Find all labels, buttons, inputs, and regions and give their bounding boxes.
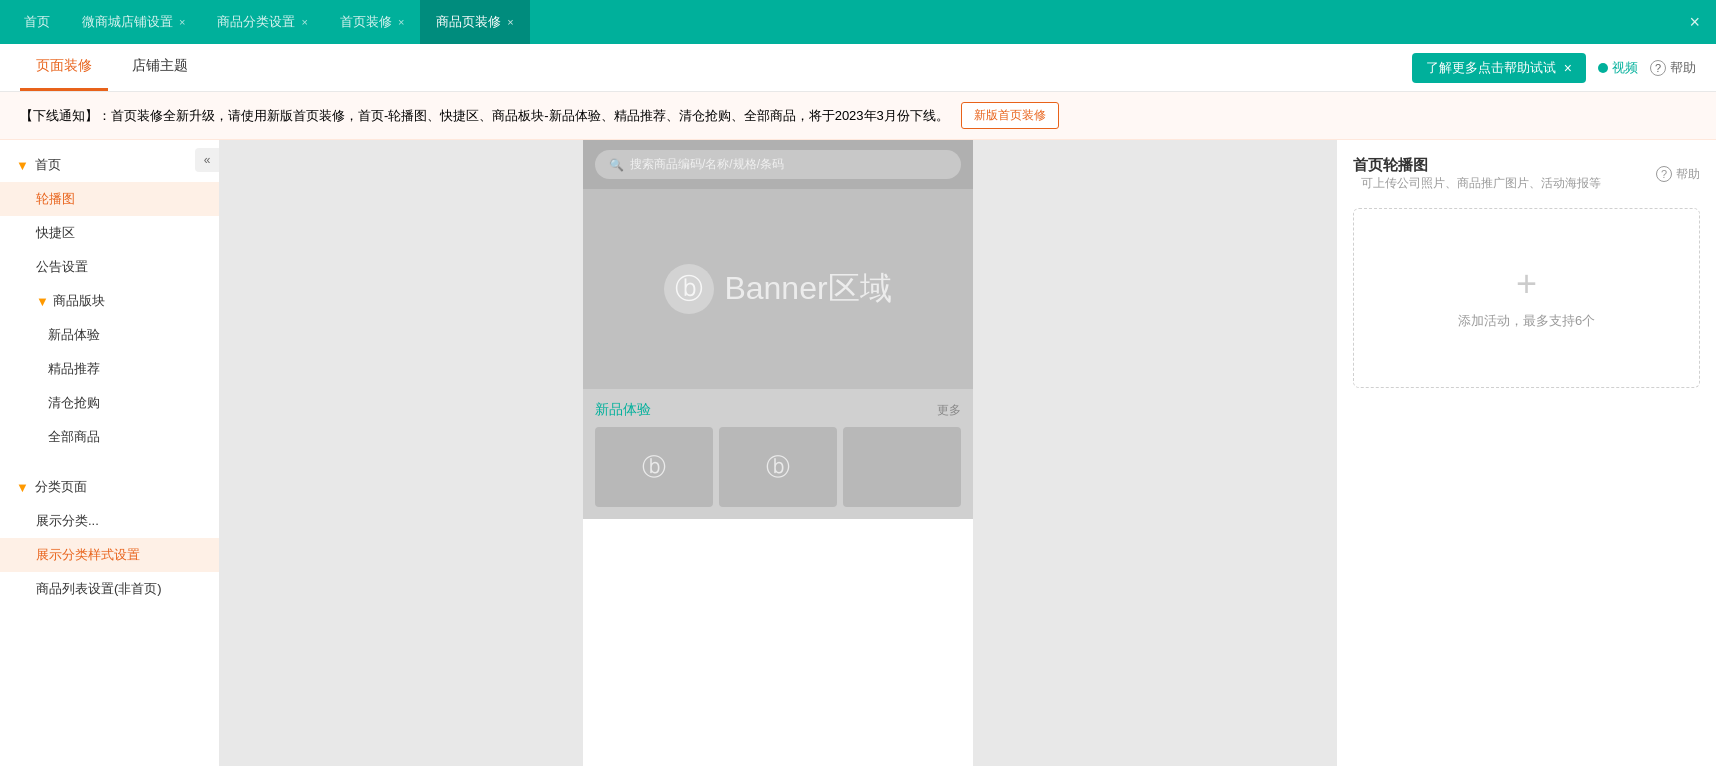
sidebar-item-display-category-label: 展示分类... (36, 513, 99, 528)
video-dot-icon (1598, 63, 1608, 73)
right-panel: 首页轮播图 可上传公司照片、商品推广图片、活动海报等 ? 帮助 + 添加活动，最… (1336, 140, 1716, 766)
preview-section-title: 新品体验 (595, 401, 651, 419)
sidebar-item-clearance-label: 清仓抢购 (48, 395, 100, 410)
tab-category-settings[interactable]: 商品分类设置 × (201, 0, 323, 44)
tab-store-settings[interactable]: 微商城店铺设置 × (66, 0, 201, 44)
right-panel-title-group: 首页轮播图 可上传公司照片、商品推广图片、活动海报等 (1353, 156, 1601, 192)
video-label: 视频 (1612, 59, 1638, 77)
preview-product-2: ⓑ (719, 427, 837, 507)
tab-home-decoration[interactable]: 首页装修 × (324, 0, 420, 44)
preview-search-bar: 🔍 搜索商品编码/名称/规格/条码 (583, 140, 973, 189)
sidebar: « ▼ 首页 轮播图 快捷区 公告设置 ▼ 商品版块 新品体验 (0, 140, 220, 766)
preview-products-grid: ⓑ ⓑ (595, 427, 961, 507)
banner-text: Banner区域 (724, 267, 891, 311)
right-panel-title-text: 首页轮播图 (1353, 156, 1428, 175)
add-banner-text: 添加活动，最多支持6个 (1458, 312, 1595, 330)
help-banner-close[interactable]: × (1564, 60, 1572, 76)
sidebar-item-announcement[interactable]: 公告设置 (0, 250, 219, 284)
main-layout: « ▼ 首页 轮播图 快捷区 公告设置 ▼ 商品版块 新品体验 (0, 140, 1716, 766)
preview-product-3 (843, 427, 961, 507)
right-panel-header: 首页轮播图 可上传公司照片、商品推广图片、活动海报等 ? 帮助 (1353, 156, 1700, 192)
add-plus-icon: + (1516, 266, 1537, 302)
sidebar-group-home-arrow: ▼ (16, 158, 29, 173)
tab-page-decoration[interactable]: 页面装修 (20, 44, 108, 91)
preview-products-section: 新品体验 更多 ⓑ ⓑ (583, 389, 973, 519)
help-banner-text: 了解更多点击帮助试试 (1426, 59, 1556, 77)
tab-page-decoration-label: 页面装修 (36, 57, 92, 75)
sidebar-item-quickaccess[interactable]: 快捷区 (0, 216, 219, 250)
top-nav-close-button[interactable]: × (1681, 12, 1708, 33)
tab-product-decoration-label: 商品页装修 (436, 13, 501, 31)
sidebar-collapse-button[interactable]: « (195, 148, 219, 172)
center-preview: 🔍 搜索商品编码/名称/规格/条码 ⓑ Banner区域 新品体验 更多 ⓑ (220, 140, 1336, 766)
sidebar-item-product-list-settings-label: 商品列表设置(非首页) (36, 581, 162, 596)
preview-section-header: 新品体验 更多 (595, 401, 961, 419)
preview-search-input: 🔍 搜索商品编码/名称/规格/条码 (595, 150, 961, 179)
tab-store-theme-label: 店铺主题 (132, 57, 188, 75)
help-label: 帮助 (1670, 59, 1696, 77)
right-panel-title: 首页轮播图 (1353, 156, 1601, 175)
sidebar-item-all-products-label: 全部商品 (48, 429, 100, 444)
preview-section-more: 更多 (937, 402, 961, 419)
tab-product-decoration-close[interactable]: × (507, 16, 513, 28)
tab-home-decoration-label: 首页装修 (340, 13, 392, 31)
notice-text: 【下线通知】：首页装修全新升级，请使用新版首页装修，首页-轮播图、快捷区、商品板… (20, 107, 949, 125)
tab-store-settings-close[interactable]: × (179, 16, 185, 28)
help-link[interactable]: ? 帮助 (1650, 59, 1696, 77)
sub-tab-bar: 页面装修 店铺主题 了解更多点击帮助试试 × 视频 ? 帮助 (0, 44, 1716, 92)
tab-category-settings-label: 商品分类设置 (217, 13, 295, 31)
search-placeholder: 搜索商品编码/名称/规格/条码 (630, 156, 784, 173)
preview-banner: ⓑ Banner区域 (583, 189, 973, 389)
sidebar-item-premium-label: 精品推荐 (48, 361, 100, 376)
sidebar-group-category-label: 分类页面 (35, 478, 87, 496)
sidebar-group-category[interactable]: ▼ 分类页面 (0, 470, 219, 504)
sidebar-item-quickaccess-label: 快捷区 (36, 225, 75, 240)
top-nav-bar: 首页 微商城店铺设置 × 商品分类设置 × 首页装修 × 商品页装修 × × (0, 0, 1716, 44)
tab-store-theme[interactable]: 店铺主题 (116, 44, 204, 91)
sidebar-item-display-category-style-label: 展示分类样式设置 (36, 547, 140, 562)
sidebar-item-banner-label: 轮播图 (36, 191, 75, 206)
add-banner-area[interactable]: + 添加活动，最多支持6个 (1353, 208, 1700, 388)
tab-home-label: 首页 (24, 13, 50, 31)
sidebar-item-banner[interactable]: 轮播图 (0, 182, 219, 216)
preview-product-1: ⓑ (595, 427, 713, 507)
sidebar-group-home[interactable]: ▼ 首页 (0, 148, 219, 182)
tab-category-settings-close[interactable]: × (301, 16, 307, 28)
right-panel-help-button[interactable]: ? 帮助 (1656, 166, 1700, 183)
sidebar-group-products-label: 商品版块 (53, 292, 105, 310)
sidebar-group-products-arrow: ▼ (36, 294, 49, 309)
sidebar-item-new-experience-label: 新品体验 (48, 327, 100, 342)
question-circle-icon: ? (1656, 166, 1672, 182)
banner-brand-icon: ⓑ (664, 264, 714, 314)
right-panel-desc: 可上传公司照片、商品推广图片、活动海报等 (1361, 176, 1601, 190)
new-home-decoration-button[interactable]: 新版首页装修 (961, 102, 1059, 129)
tab-product-decoration[interactable]: 商品页装修 × (420, 0, 529, 44)
tab-home-decoration-close[interactable]: × (398, 16, 404, 28)
preview-phone: 🔍 搜索商品编码/名称/规格/条码 ⓑ Banner区域 新品体验 更多 ⓑ (583, 140, 973, 766)
search-icon: 🔍 (609, 158, 624, 172)
sidebar-item-display-category[interactable]: 展示分类... (0, 504, 219, 538)
sidebar-group-category-arrow: ▼ (16, 480, 29, 495)
right-panel-help-label: 帮助 (1676, 166, 1700, 183)
sidebar-item-clearance[interactable]: 清仓抢购 (0, 386, 219, 420)
sidebar-item-new-experience[interactable]: 新品体验 (0, 318, 219, 352)
sidebar-group-products[interactable]: ▼ 商品版块 (0, 284, 219, 318)
tab-store-settings-label: 微商城店铺设置 (82, 13, 173, 31)
sidebar-item-product-list-settings[interactable]: 商品列表设置(非首页) (0, 572, 219, 606)
video-link[interactable]: 视频 (1598, 59, 1638, 77)
sidebar-item-all-products[interactable]: 全部商品 (0, 420, 219, 454)
sidebar-item-premium[interactable]: 精品推荐 (0, 352, 219, 386)
help-banner: 了解更多点击帮助试试 × (1412, 53, 1586, 83)
question-icon: ? (1650, 60, 1666, 76)
sidebar-item-display-category-style[interactable]: 展示分类样式设置 (0, 538, 219, 572)
notice-bar: 【下线通知】：首页装修全新升级，请使用新版首页装修，首页-轮播图、快捷区、商品板… (0, 92, 1716, 140)
sidebar-item-announcement-label: 公告设置 (36, 259, 88, 274)
tab-home[interactable]: 首页 (8, 0, 66, 44)
sidebar-group-home-label: 首页 (35, 156, 61, 174)
preview-banner-content: ⓑ Banner区域 (664, 264, 891, 314)
